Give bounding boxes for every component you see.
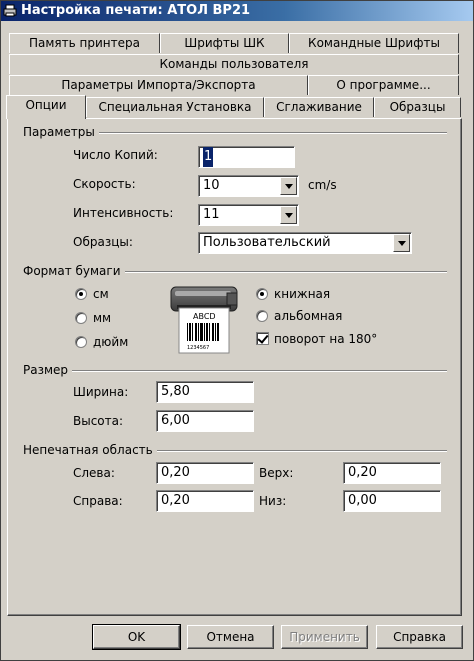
- help-button[interactable]: Справка: [376, 625, 463, 649]
- speed-select[interactable]: 10: [198, 175, 299, 197]
- label-printer-icon: ABCD 1234567: [170, 286, 238, 354]
- margin-bottom-input[interactable]: 0,00: [343, 490, 441, 512]
- title-bar[interactable]: Настройка печати: АТОЛ BP21: [1, 1, 473, 21]
- tab-command-fonts[interactable]: Командные Шрифты: [289, 33, 459, 53]
- speed-unit: cm/s: [308, 178, 337, 192]
- rotate-180-checkbox[interactable]: [256, 332, 269, 345]
- unit-inch-label[interactable]: дюйм: [93, 335, 128, 349]
- params-group-title: Параметры: [23, 125, 99, 139]
- paper-group-title: Формат бумаги: [23, 264, 125, 278]
- unit-cm-label[interactable]: см: [93, 287, 109, 301]
- apply-button[interactable]: Применить: [281, 625, 368, 649]
- speed-dropdown-arrow-icon[interactable]: [280, 177, 297, 195]
- size-divider: [23, 370, 447, 372]
- portrait-label[interactable]: книжная: [274, 287, 330, 301]
- portrait-radio[interactable]: [256, 288, 268, 300]
- margin-bottom-label: Низ:: [259, 494, 287, 508]
- samples-value: Пользовательский: [203, 235, 331, 250]
- intensity-select[interactable]: 11: [198, 204, 299, 226]
- size-group-title: Размер: [23, 363, 73, 377]
- tab-barcode-fonts[interactable]: Шрифты ШК: [160, 33, 289, 53]
- copies-label: Число Копий:: [73, 148, 158, 162]
- speed-label: Скорость:: [73, 177, 136, 191]
- margin-left-label: Слева:: [73, 466, 115, 480]
- height-input[interactable]: 6,00: [156, 410, 254, 432]
- landscape-radio[interactable]: [256, 310, 268, 322]
- printer-icon: [3, 4, 17, 17]
- samples-dropdown-arrow-icon[interactable]: [393, 234, 410, 252]
- landscape-label[interactable]: альбомная: [274, 309, 342, 323]
- unit-inch-radio[interactable]: [75, 336, 87, 348]
- label-sample-code: 1234567: [187, 345, 209, 351]
- speed-value: 10: [203, 178, 220, 193]
- tab-options[interactable]: Опции: [6, 95, 86, 119]
- margin-top-label: Верх:: [259, 466, 294, 480]
- width-label: Ширина:: [73, 385, 129, 399]
- label-sample-text: ABCD: [193, 312, 216, 321]
- tab-about[interactable]: О программе...: [308, 75, 459, 95]
- tab-printer-memory[interactable]: Память принтера: [9, 33, 160, 53]
- tab-import-export[interactable]: Параметры Импорта/Экспорта: [9, 75, 308, 95]
- print-settings-dialog: Настройка печати: АТОЛ BP21 Память принт…: [0, 0, 474, 661]
- tab-user-commands[interactable]: Команды пользователя: [9, 54, 459, 74]
- rotate-180-label[interactable]: поворот на 180°: [274, 332, 377, 346]
- unit-cm-radio[interactable]: [75, 288, 87, 300]
- samples-label: Образцы:: [73, 235, 133, 249]
- unit-mm-label[interactable]: мм: [93, 311, 111, 325]
- height-label: Высота:: [73, 414, 124, 428]
- margins-group-title: Непечатная область: [23, 443, 157, 457]
- margin-top-input[interactable]: 0,20: [343, 462, 441, 484]
- tab-samples[interactable]: Образцы: [374, 97, 461, 117]
- intensity-dropdown-arrow-icon[interactable]: [280, 206, 297, 224]
- ok-button[interactable]: OK: [92, 624, 181, 650]
- margin-right-input[interactable]: 0,20: [156, 490, 254, 512]
- margin-left-input[interactable]: 0,20: [156, 462, 254, 484]
- intensity-label: Интенсивность:: [73, 206, 174, 220]
- width-input[interactable]: 5,80: [156, 381, 254, 403]
- window-title: Настройка печати: АТОЛ BP21: [21, 3, 251, 18]
- tab-special-setup[interactable]: Специальная Установка: [86, 97, 264, 117]
- copies-input[interactable]: 1: [198, 146, 295, 168]
- cancel-button[interactable]: Отмена: [187, 625, 274, 649]
- tab-smoothing[interactable]: Сглаживание: [264, 97, 374, 117]
- unit-mm-radio[interactable]: [75, 312, 87, 324]
- margin-right-label: Справа:: [73, 494, 123, 508]
- samples-select[interactable]: Пользовательский: [198, 232, 412, 254]
- intensity-value: 11: [203, 207, 220, 222]
